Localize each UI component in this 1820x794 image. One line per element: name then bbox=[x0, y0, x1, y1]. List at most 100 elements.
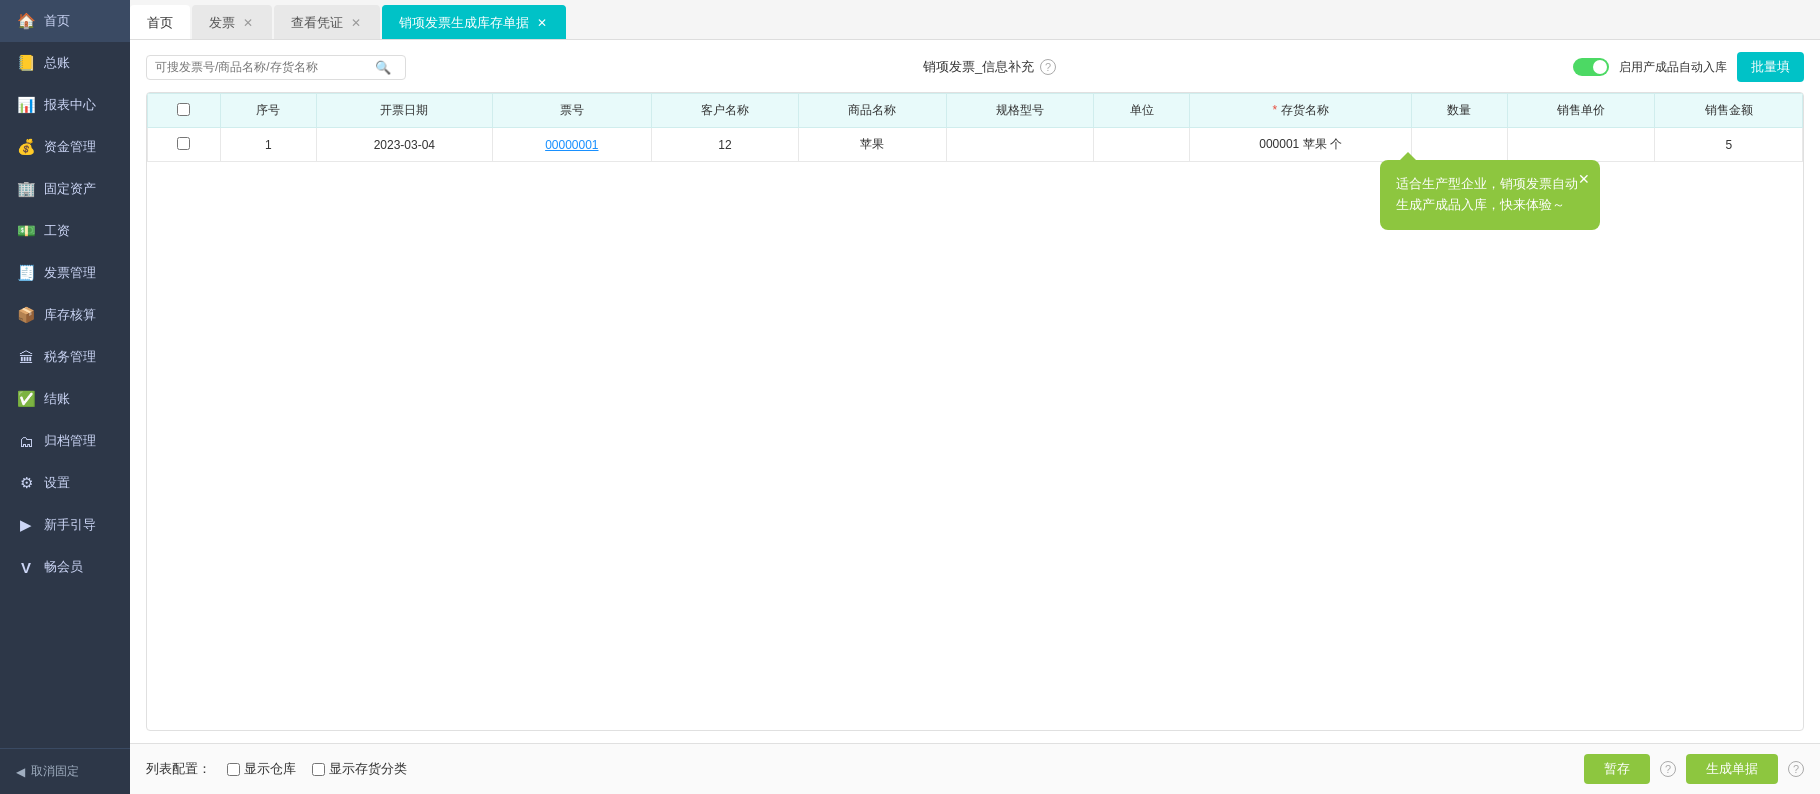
member-icon: V bbox=[16, 559, 36, 576]
sidebar-item-inventory[interactable]: 📦 库存核算 bbox=[0, 294, 130, 336]
sidebar-item-member[interactable]: V 畅会员 bbox=[0, 546, 130, 588]
search-icon[interactable]: 🔍 bbox=[375, 60, 391, 75]
sidebar-item-ledger[interactable]: 📒 总账 bbox=[0, 42, 130, 84]
tax-icon: 🏛 bbox=[16, 349, 36, 366]
tab-invoice[interactable]: 发票 ✕ bbox=[192, 5, 272, 39]
search-box[interactable]: 🔍 bbox=[146, 55, 406, 80]
toggle-switch[interactable] bbox=[1573, 58, 1609, 76]
tab-bar: 首页 发票 ✕ 查看凭证 ✕ 销项发票生成库存单据 ✕ bbox=[130, 0, 1820, 40]
toggle-label: 启用产成品自动入库 bbox=[1619, 59, 1727, 76]
th-open-date: 开票日期 bbox=[316, 94, 492, 128]
th-customer: 客户名称 bbox=[651, 94, 798, 128]
toolbar: 🔍 销项发票_信息补充 ? 启用产成品自动入库 批量填 bbox=[146, 52, 1804, 82]
toggle-slider bbox=[1573, 58, 1609, 76]
cell-product-name: 苹果 bbox=[799, 128, 946, 162]
funds-icon: 💰 bbox=[16, 138, 36, 156]
fixed-assets-icon: 🏢 bbox=[16, 180, 36, 198]
sidebar-item-reports[interactable]: 📊 报表中心 bbox=[0, 84, 130, 126]
sidebar-item-funds[interactable]: 💰 资金管理 bbox=[0, 126, 130, 168]
list-config-label: 列表配置： bbox=[146, 760, 211, 778]
toolbar-right: 启用产成品自动入库 批量填 bbox=[1573, 52, 1804, 82]
sidebar-item-label: 税务管理 bbox=[44, 348, 96, 366]
sidebar-item-label: 固定资产 bbox=[44, 180, 96, 198]
sidebar-item-label: 首页 bbox=[44, 12, 70, 30]
sidebar-item-settle[interactable]: ✅ 结账 bbox=[0, 378, 130, 420]
ticket-no-link[interactable]: 00000001 bbox=[545, 138, 598, 152]
settle-icon: ✅ bbox=[16, 390, 36, 408]
th-inventory-name: * 存货名称 bbox=[1190, 94, 1412, 128]
sidebar-item-label: 畅会员 bbox=[44, 558, 83, 576]
sidebar: 🏠 首页 📒 总账 📊 报表中心 💰 资金管理 🏢 固定资产 💵 工资 🧾 发票… bbox=[0, 0, 130, 794]
tooltip-popup: ✕ 适合生产型企业，销项发票自动生成产成品入库，快来体验～ bbox=[1380, 160, 1600, 230]
main-title-area: 销项发票_信息补充 ? bbox=[923, 58, 1056, 76]
tab-cancel-invoice[interactable]: 销项发票生成库存单据 ✕ bbox=[382, 5, 566, 39]
sidebar-item-archive[interactable]: 🗂 归档管理 bbox=[0, 420, 130, 462]
home-icon: 🏠 bbox=[16, 12, 36, 30]
cell-checkbox bbox=[148, 128, 221, 162]
cell-amount: 5 bbox=[1655, 128, 1803, 162]
tab-home[interactable]: 首页 bbox=[130, 5, 190, 39]
th-checkbox bbox=[148, 94, 221, 128]
tooltip-bar bbox=[1376, 180, 1380, 210]
th-ticket-no: 票号 bbox=[492, 94, 651, 128]
guide-icon: ▶ bbox=[16, 516, 36, 534]
sidebar-item-label: 报表中心 bbox=[44, 96, 96, 114]
sidebar-item-settings[interactable]: ⚙ 设置 bbox=[0, 462, 130, 504]
tooltip-text: 适合生产型企业，销项发票自动生成产成品入库，快来体验～ bbox=[1396, 176, 1578, 212]
save-button[interactable]: 暂存 bbox=[1584, 754, 1650, 784]
search-input[interactable] bbox=[155, 60, 375, 74]
sidebar-item-tax[interactable]: 🏛 税务管理 bbox=[0, 336, 130, 378]
show-warehouse-group: 显示仓库 bbox=[227, 760, 296, 778]
unfix-button[interactable]: ◀ 取消固定 bbox=[0, 757, 130, 786]
sidebar-bottom: ◀ 取消固定 bbox=[0, 748, 130, 794]
unfix-label: 取消固定 bbox=[31, 763, 79, 780]
generate-help-icon[interactable]: ? bbox=[1788, 761, 1804, 777]
th-unit: 单位 bbox=[1094, 94, 1190, 128]
cell-unit bbox=[1094, 128, 1190, 162]
reports-icon: 📊 bbox=[16, 96, 36, 114]
cell-open-date: 2023-03-04 bbox=[316, 128, 492, 162]
tab-view-voucher-close[interactable]: ✕ bbox=[349, 16, 363, 30]
sidebar-item-guide[interactable]: ▶ 新手引导 bbox=[0, 504, 130, 546]
th-unit-price: 销售单价 bbox=[1508, 94, 1655, 128]
row-checkbox[interactable] bbox=[177, 137, 190, 150]
ledger-icon: 📒 bbox=[16, 54, 36, 72]
show-inventory-category-checkbox[interactable] bbox=[312, 763, 325, 776]
info-icon[interactable]: ? bbox=[1040, 59, 1056, 75]
show-warehouse-checkbox[interactable] bbox=[227, 763, 240, 776]
table-row: 1 2023-03-04 00000001 12 苹果 000001 苹果 个 … bbox=[148, 128, 1803, 162]
settings-icon: ⚙ bbox=[16, 474, 36, 492]
tab-invoice-close[interactable]: ✕ bbox=[241, 16, 255, 30]
th-amount: 销售金额 bbox=[1655, 94, 1803, 128]
cell-spec bbox=[946, 128, 1093, 162]
tab-view-voucher[interactable]: 查看凭证 ✕ bbox=[274, 5, 380, 39]
bottom-bar-actions: 暂存 ? 生成单据 ? bbox=[1584, 754, 1804, 784]
sidebar-item-fixed-assets[interactable]: 🏢 固定资产 bbox=[0, 168, 130, 210]
show-inventory-category-group: 显示存货分类 bbox=[312, 760, 407, 778]
th-seq: 序号 bbox=[220, 94, 316, 128]
inventory-icon: 📦 bbox=[16, 306, 36, 324]
batch-fill-button[interactable]: 批量填 bbox=[1737, 52, 1804, 82]
sidebar-item-label: 设置 bbox=[44, 474, 70, 492]
tab-cancel-invoice-close[interactable]: ✕ bbox=[535, 16, 549, 30]
sidebar-item-label: 归档管理 bbox=[44, 432, 96, 450]
show-warehouse-label: 显示仓库 bbox=[244, 760, 296, 778]
sidebar-item-invoice-mgmt[interactable]: 🧾 发票管理 bbox=[0, 252, 130, 294]
cell-inventory-name: 000001 苹果 个 bbox=[1190, 128, 1412, 162]
cell-unit-price bbox=[1508, 128, 1655, 162]
sidebar-item-label: 总账 bbox=[44, 54, 70, 72]
select-all-checkbox[interactable] bbox=[177, 103, 190, 116]
sidebar-item-label: 工资 bbox=[44, 222, 70, 240]
save-help-icon[interactable]: ? bbox=[1660, 761, 1676, 777]
generate-button[interactable]: 生成单据 bbox=[1686, 754, 1778, 784]
tab-cancel-invoice-label: 销项发票生成库存单据 bbox=[399, 14, 529, 32]
sidebar-item-label: 库存核算 bbox=[44, 306, 96, 324]
tooltip-close[interactable]: ✕ bbox=[1578, 168, 1590, 190]
sidebar-item-home[interactable]: 🏠 首页 bbox=[0, 0, 130, 42]
cell-qty bbox=[1411, 128, 1507, 162]
sidebar-item-label: 资金管理 bbox=[44, 138, 96, 156]
salary-icon: 💵 bbox=[16, 222, 36, 240]
sidebar-item-salary[interactable]: 💵 工资 bbox=[0, 210, 130, 252]
th-spec: 规格型号 bbox=[946, 94, 1093, 128]
cell-ticket-no: 00000001 bbox=[492, 128, 651, 162]
